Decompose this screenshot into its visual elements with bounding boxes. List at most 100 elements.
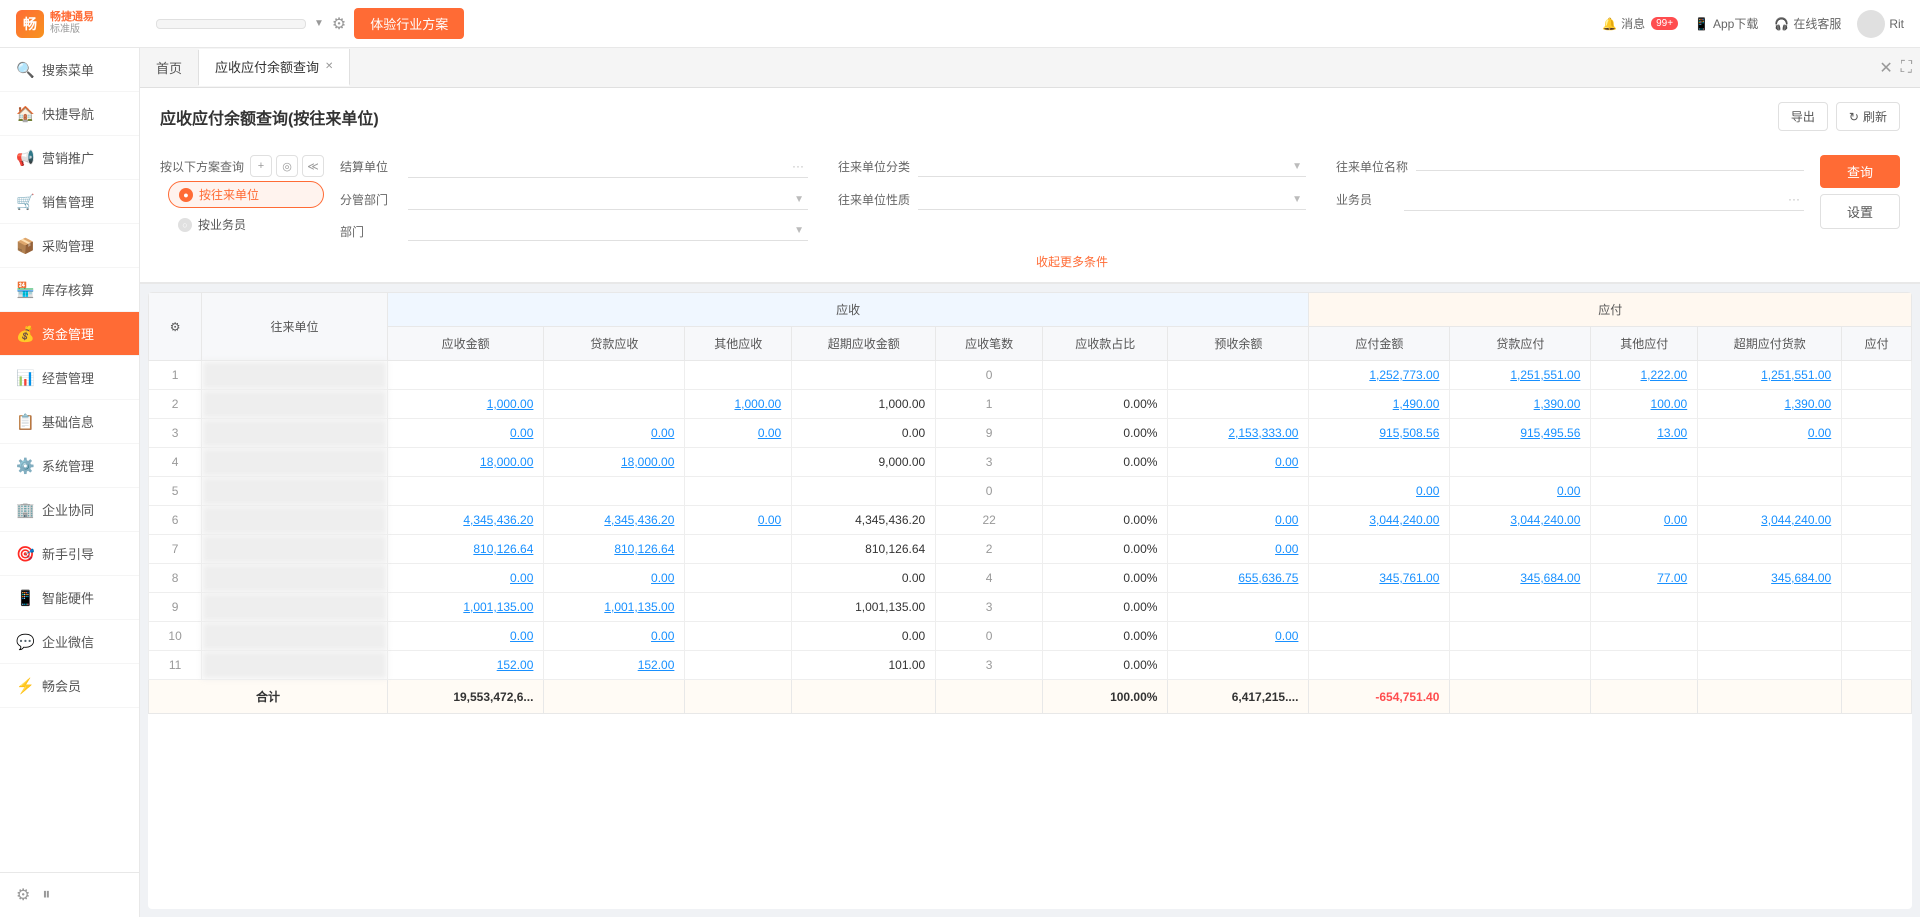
scheme-option-unit[interactable]: ● 按往来单位 [168, 181, 324, 208]
table-cell[interactable]: 0.00 [1168, 506, 1309, 535]
table-cell[interactable] [1698, 651, 1842, 680]
table-cell[interactable]: 2,153,333.00 [1168, 419, 1309, 448]
sidebar-item-management[interactable]: 📊 经营管理 [0, 356, 139, 400]
table-cell[interactable]: 1,000.00 [387, 390, 543, 419]
scheme-settings-btn[interactable]: ◎ [276, 155, 298, 177]
table-cell[interactable]: 0.00 [544, 419, 685, 448]
sidebar-item-basic-info[interactable]: 📋 基础信息 [0, 400, 139, 444]
table-cell[interactable]: 1,001,135.00 [387, 593, 543, 622]
sidebar-item-system[interactable]: ⚙️ 系统管理 [0, 444, 139, 488]
table-cell[interactable] [387, 477, 543, 506]
sidebar-item-marketing[interactable]: 📢 营销推广 [0, 136, 139, 180]
tab-close-window-btn[interactable]: ✕ [1879, 58, 1892, 78]
table-cell[interactable]: 1,490.00 [1309, 390, 1450, 419]
table-cell[interactable] [1168, 361, 1309, 390]
table-cell[interactable] [685, 622, 792, 651]
scheme-collapse-btn[interactable]: ≪ [302, 155, 324, 177]
settings-icon[interactable]: ⚙ [16, 885, 30, 905]
table-cell[interactable] [1168, 390, 1309, 419]
table-cell[interactable]: 1,251,551.00 [1450, 361, 1591, 390]
table-cell[interactable] [1591, 651, 1698, 680]
online-service-btn[interactable]: 🎧 在线客服 [1774, 15, 1841, 32]
table-cell[interactable] [685, 448, 792, 477]
tab-close-btn[interactable]: ✕ [325, 61, 333, 72]
table-cell[interactable]: 4,345,436.20 [387, 506, 543, 535]
nav-gear-icon[interactable]: ⚙ [332, 14, 346, 34]
table-cell[interactable]: 3,044,240.00 [1309, 506, 1450, 535]
table-cell[interactable]: 18,000.00 [544, 448, 685, 477]
department-input[interactable]: ▼ [408, 221, 808, 241]
table-cell[interactable] [1168, 651, 1309, 680]
unit-category-input[interactable]: ▼ [918, 157, 1306, 177]
table-cell[interactable]: 13.00 [1591, 419, 1698, 448]
query-btn[interactable]: 查询 [1820, 155, 1900, 188]
table-cell[interactable] [1450, 622, 1591, 651]
sidebar-item-inventory[interactable]: 🏪 库存核算 [0, 268, 139, 312]
table-cell[interactable]: 1,390.00 [1450, 390, 1591, 419]
table-cell[interactable]: 810,126.64 [544, 535, 685, 564]
salesman-input[interactable]: ··· [1404, 188, 1804, 211]
tab-maximize-btn[interactable]: ⛶ [1901, 59, 1912, 77]
table-cell[interactable] [1698, 535, 1842, 564]
collapse-more-btn[interactable]: 收起更多条件 [1036, 255, 1108, 269]
table-cell[interactable]: 1,390.00 [1698, 390, 1842, 419]
sidebar-item-enterprise[interactable]: 🏢 企业协同 [0, 488, 139, 532]
refresh-btn[interactable]: ↻ 刷新 [1836, 102, 1900, 131]
table-cell[interactable]: 915,508.56 [1309, 419, 1450, 448]
table-cell[interactable]: 0.00 [1168, 622, 1309, 651]
table-cell[interactable] [1450, 651, 1591, 680]
scheme-option-salesman[interactable]: ○ 按业务员 [168, 212, 324, 237]
table-cell[interactable]: 1,001,135.00 [544, 593, 685, 622]
table-cell[interactable] [1591, 535, 1698, 564]
sidebar-item-smart-hw[interactable]: 📱 智能硬件 [0, 576, 139, 620]
export-btn[interactable]: 导出 [1778, 102, 1828, 131]
scheme-add-btn[interactable]: + [250, 155, 272, 177]
table-cell[interactable] [685, 361, 792, 390]
table-cell[interactable]: 0.00 [387, 622, 543, 651]
table-cell[interactable]: 0.00 [387, 419, 543, 448]
table-cell[interactable] [1309, 651, 1450, 680]
table-cell[interactable]: 915,495.56 [1450, 419, 1591, 448]
set-btn[interactable]: 设置 [1820, 194, 1900, 229]
unit-nature-input[interactable]: ▼ [918, 190, 1306, 210]
table-cell[interactable] [1309, 593, 1450, 622]
table-cell[interactable] [685, 535, 792, 564]
table-cell[interactable]: 1,222.00 [1591, 361, 1698, 390]
table-cell[interactable] [1698, 622, 1842, 651]
table-cell[interactable] [685, 593, 792, 622]
table-cell[interactable]: 0.00 [1591, 506, 1698, 535]
table-cell[interactable]: 0.00 [544, 622, 685, 651]
user-area[interactable]: Rit [1857, 10, 1904, 38]
unit-name-input[interactable] [1416, 162, 1804, 171]
table-cell[interactable]: 1,252,773.00 [1309, 361, 1450, 390]
th-settings[interactable]: ⚙ [149, 293, 202, 361]
table-cell[interactable]: 0.00 [1168, 535, 1309, 564]
table-cell[interactable] [1309, 535, 1450, 564]
sidebar-item-quick-nav[interactable]: 🏠 快捷导航 [0, 92, 139, 136]
nav-dropdown-arrow[interactable]: ▼ [314, 18, 324, 29]
table-cell[interactable] [1309, 448, 1450, 477]
table-cell[interactable]: 0.00 [685, 419, 792, 448]
table-cell[interactable] [1450, 593, 1591, 622]
table-cell[interactable]: 0.00 [685, 506, 792, 535]
table-cell[interactable]: 18,000.00 [387, 448, 543, 477]
tab-ar-ap[interactable]: 应收应付余额查询 ✕ [199, 49, 350, 86]
table-cell[interactable]: 0.00 [387, 564, 543, 593]
table-cell[interactable]: 4,345,436.20 [544, 506, 685, 535]
collapse-icon[interactable]: ⏸ [42, 886, 50, 904]
table-cell[interactable] [1698, 593, 1842, 622]
table-cell[interactable] [544, 390, 685, 419]
table-cell[interactable]: 1,000.00 [685, 390, 792, 419]
sidebar-item-search-menu[interactable]: 🔍 搜索菜单 [0, 48, 139, 92]
sidebar-item-sales[interactable]: 🛒 销售管理 [0, 180, 139, 224]
table-cell[interactable]: 1,251,551.00 [1698, 361, 1842, 390]
app-download-btn[interactable]: 📱 App下载 [1694, 15, 1758, 32]
table-cell[interactable] [1168, 477, 1309, 506]
table-cell[interactable] [1591, 477, 1698, 506]
table-cell[interactable] [1450, 448, 1591, 477]
table-cell[interactable]: 152.00 [544, 651, 685, 680]
table-cell[interactable]: 3,044,240.00 [1450, 506, 1591, 535]
table-cell[interactable] [1168, 593, 1309, 622]
table-cell[interactable]: 0.00 [1450, 477, 1591, 506]
table-cell[interactable]: 0.00 [544, 564, 685, 593]
